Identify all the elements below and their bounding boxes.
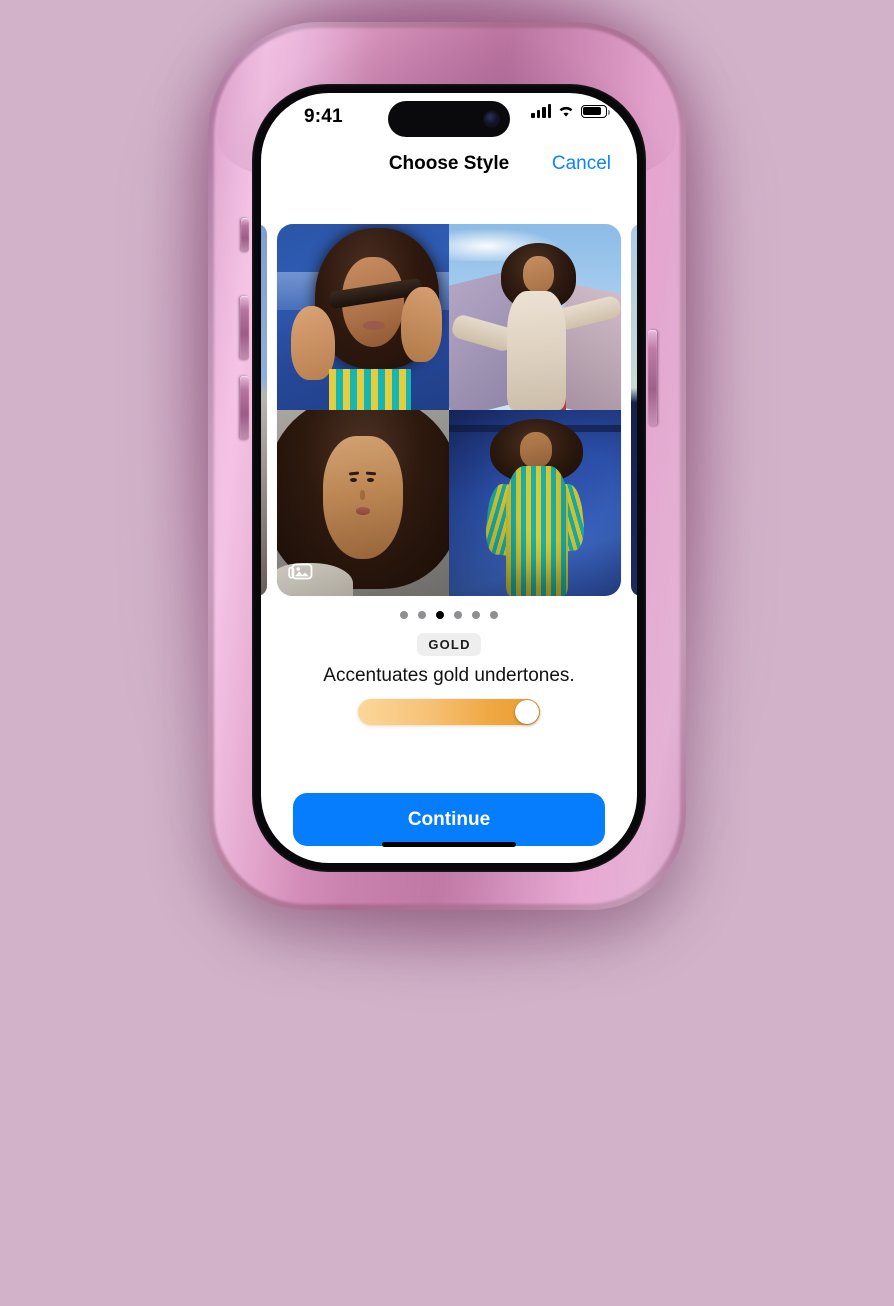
intensity-slider-knob[interactable] (515, 700, 539, 724)
intensity-slider[interactable] (358, 699, 540, 725)
style-carousel[interactable] (261, 224, 637, 596)
photo-portrait-sunglasses-blue-wall[interactable] (277, 224, 449, 410)
photo-stack-icon (288, 563, 314, 585)
navigation-bar: Choose Style Cancel (261, 145, 637, 189)
style-card-gold[interactable] (277, 224, 621, 596)
dynamic-island (388, 101, 510, 137)
previous-style-preview[interactable] (261, 224, 267, 596)
phone-screen: 9:41 Choose Style Cancel GOLD Accentuate… (261, 93, 637, 863)
silent-switch-button[interactable] (241, 218, 249, 252)
status-bar: 9:41 (261, 93, 637, 145)
carousel-track[interactable] (261, 224, 637, 596)
style-name-badge: GOLD (417, 633, 481, 656)
carousel-page-dots[interactable] (261, 611, 637, 619)
iphone-device: 9:41 Choose Style Cancel GOLD Accentuate… (208, 22, 686, 910)
page-dot-6[interactable] (490, 611, 498, 619)
style-description: Accentuates gold undertones. (323, 665, 575, 686)
status-bar-indicators (531, 104, 610, 118)
style-badge-container: GOLD (261, 633, 637, 656)
page-dot-4[interactable] (454, 611, 462, 619)
photo-portrait-closeup-face[interactable] (277, 410, 449, 596)
volume-down-button[interactable] (240, 376, 249, 440)
photo-portrait-striped-dress-blue-wall[interactable] (449, 410, 621, 596)
wifi-icon (557, 104, 575, 118)
photo-grid (277, 224, 621, 596)
continue-button[interactable]: Continue (293, 793, 605, 846)
front-camera-icon (485, 112, 498, 126)
page-dot-5[interactable] (472, 611, 480, 619)
home-indicator[interactable] (382, 842, 516, 847)
status-bar-clock: 9:41 (304, 106, 343, 127)
page-dot-1[interactable] (400, 611, 408, 619)
side-power-button[interactable] (648, 330, 657, 426)
volume-up-button[interactable] (240, 296, 249, 360)
photo-portrait-sky-architecture[interactable] (449, 224, 621, 410)
page-dot-3-active[interactable] (436, 611, 444, 619)
signal-bars-icon (531, 104, 551, 118)
next-style-preview[interactable] (631, 224, 637, 596)
page-dot-2[interactable] (418, 611, 426, 619)
battery-full-icon (581, 104, 610, 118)
cancel-button[interactable]: Cancel (552, 153, 611, 175)
screenshot-root: 9:41 Choose Style Cancel GOLD Accentuate… (0, 0, 894, 1306)
